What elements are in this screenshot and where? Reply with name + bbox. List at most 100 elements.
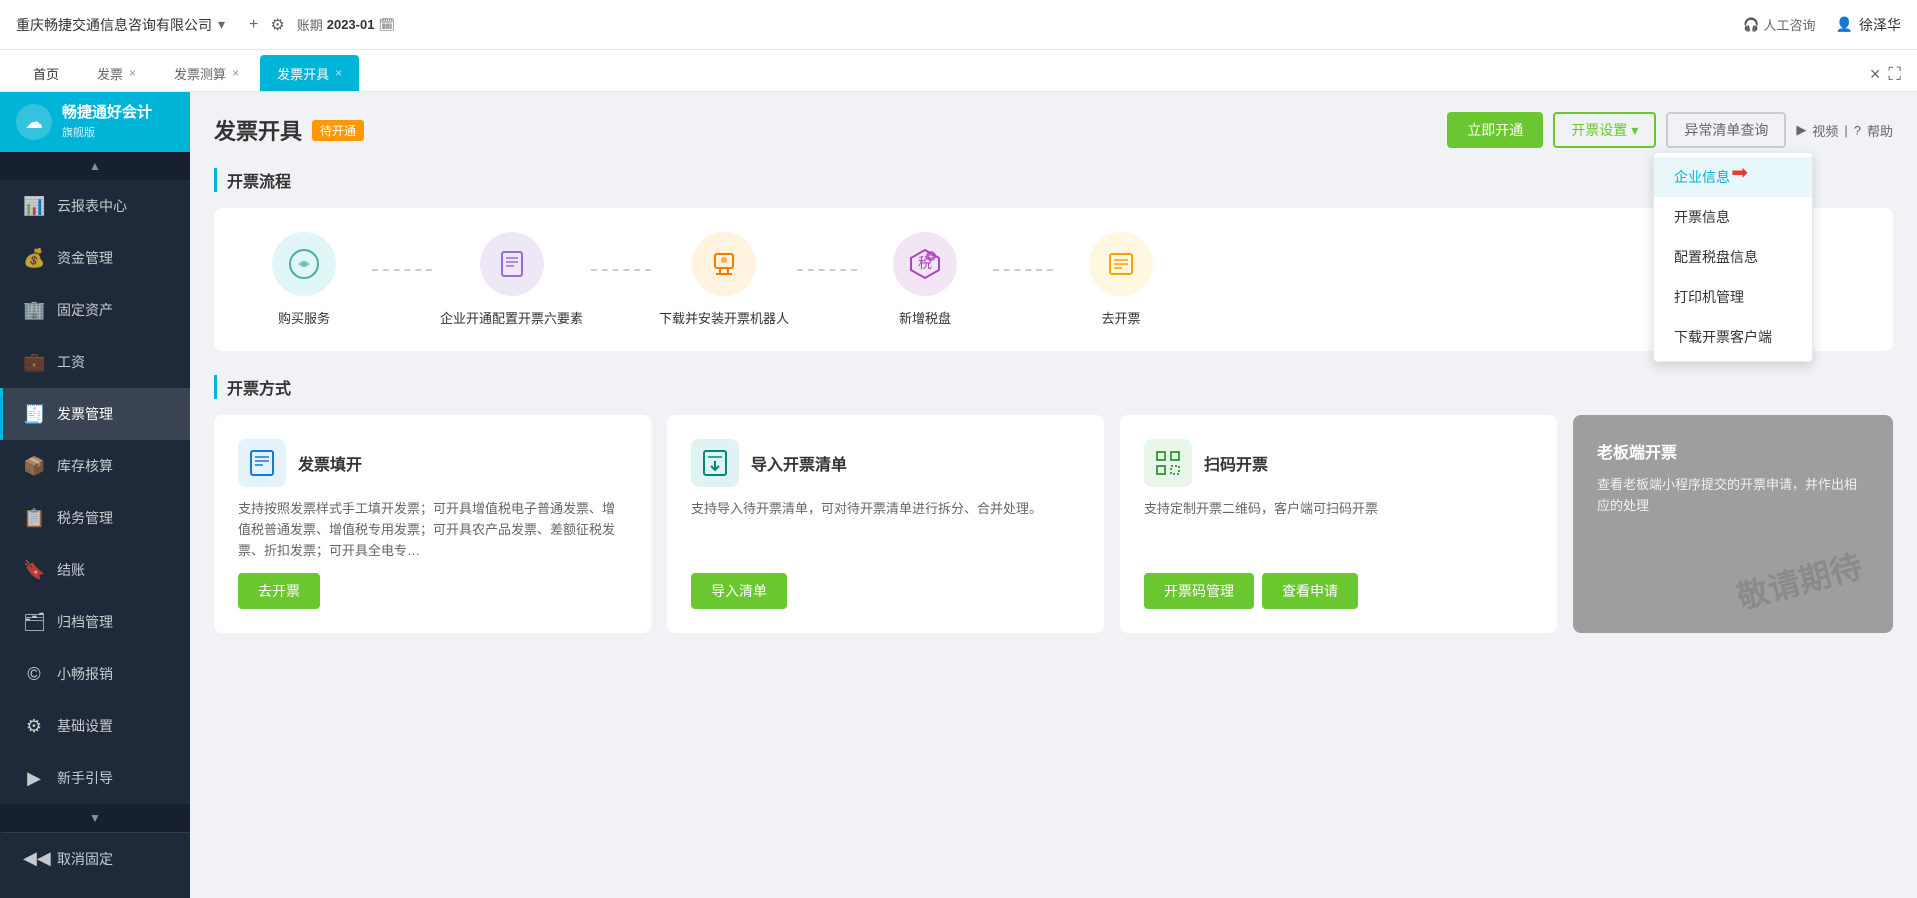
dropdown-item-download-client[interactable]: 下载开票客户端 — [1654, 317, 1812, 357]
abnormal-button[interactable]: 异常清单查询 — [1666, 112, 1786, 148]
sidebar-item-gudingzichan[interactable]: 🏢 固定资产 — [0, 284, 190, 336]
sidebar: ☁ 畅捷通好会计 旗舰版 ▲ 📊 云报表中心 💰 资金管理 🏢 固定资产 💼 工… — [0, 92, 190, 898]
process-divider-2 — [591, 269, 651, 291]
jichu-icon: ⚙ — [23, 716, 45, 737]
sidebar-item-jichu[interactable]: ⚙ 基础设置 — [0, 700, 190, 752]
process-divider-1 — [372, 269, 432, 291]
sidebar-item-yunbao[interactable]: 📊 云报表中心 — [0, 180, 190, 232]
sidebar-item-jiezhang[interactable]: 🔖 结账 — [0, 544, 190, 596]
close-window-icon[interactable]: × — [1870, 64, 1881, 85]
company-selector[interactable]: 重庆畅捷交通信息咨询有限公司 ▾ — [16, 15, 225, 35]
process-step-3: 下载并安装开票机器人 — [659, 232, 789, 327]
red-arrow-indicator: ➡ — [1731, 160, 1748, 185]
sidebar-scroll-up[interactable]: ▲ — [0, 152, 190, 180]
page-title-area: 发票开具 待开通 — [214, 114, 364, 146]
content-area: 发票开具 待开通 立即开通 开票设置 ▾ 异常清单查询 ▶ 视频 | ? 帮助 — [190, 92, 1917, 898]
sidebar-scroll-down[interactable]: ▼ — [0, 804, 190, 832]
process-divider-3 — [797, 269, 857, 291]
sidebar-item-xiaochang[interactable]: © 小畅报销 — [0, 648, 190, 700]
svg-text:+: + — [929, 252, 934, 261]
methods-grid: 发票填开 支持按照发票样式手工填开发票；可开具增值税电子普通发票、增值税普通发票… — [214, 415, 1893, 633]
method-header-manual: 发票填开 — [238, 439, 627, 487]
process-step-1: + 购买服务 — [244, 232, 364, 327]
settings-icon[interactable]: ⚙ — [270, 15, 284, 35]
user-info[interactable]: 👤 徐泽华 — [1836, 15, 1901, 35]
manual-invoice-desc: 支持按照发票样式手工填开发票；可开具增值税电子普通发票、增值税普通发票、增值税专… — [238, 499, 627, 561]
xinshou-icon: ▶ — [23, 768, 45, 789]
avatar: 👤 — [1836, 16, 1853, 33]
status-badge: 待开通 — [312, 120, 364, 141]
sidebar-item-kucun[interactable]: 📦 库存核算 — [0, 440, 190, 492]
scan-invoice-desc: 支持定制开票二维码，客户端可扫码开票 — [1144, 499, 1533, 561]
process-icon-5 — [1089, 232, 1153, 296]
process-step-5: 去开票 — [1061, 232, 1181, 327]
method-header-scan: 扫码开票 — [1144, 439, 1533, 487]
import-invoice-button[interactable]: 导入清单 — [691, 573, 787, 609]
sidebar-item-zijin[interactable]: 💰 资金管理 — [0, 232, 190, 284]
pin-icon: ◀◀ — [23, 848, 45, 869]
tab-fapiao[interactable]: 发票 × — [80, 55, 153, 91]
process-section: 开票流程 + 购买服务 企业开通配置开票六要素 — [214, 168, 1893, 351]
company-name: 重庆畅捷交通信息咨询有限公司 — [16, 15, 212, 35]
calendar-icon[interactable]: 🗓 — [378, 17, 395, 33]
method-header-import: 导入开票清单 — [691, 439, 1080, 487]
manual-invoice-icon — [238, 439, 286, 487]
page-title: 发票开具 — [214, 114, 302, 146]
methods-section-title: 开票方式 — [214, 375, 1893, 399]
settings-button[interactable]: 开票设置 ▾ — [1553, 112, 1656, 148]
consult-button[interactable]: 🎧 人工咨询 — [1743, 15, 1815, 34]
yunbao-icon: 📊 — [23, 196, 45, 217]
process-icon-3 — [692, 232, 756, 296]
tab-fapiao-cesuan[interactable]: 发票测算 × — [157, 55, 256, 91]
headset-icon: 🎧 — [1743, 17, 1759, 33]
process-flow: + 购买服务 企业开通配置开票六要素 — [214, 208, 1893, 351]
tab-close-icon[interactable]: × — [335, 66, 342, 80]
fapiao-icon: 🧾 — [23, 404, 45, 425]
sidebar-item-gongzi[interactable]: 💼 工资 — [0, 336, 190, 388]
tab-fapiao-kaiju[interactable]: 发票开具 × — [260, 55, 359, 91]
process-icon-4: 税+ — [893, 232, 957, 296]
shuiwu-icon: 📋 — [23, 508, 45, 529]
process-step-4: 税+ 新增税盘 — [865, 232, 985, 327]
jiezhang-icon: 🔖 — [23, 560, 45, 581]
question-icon: ? — [1854, 123, 1861, 138]
boss-invoice-title: 老板端开票 — [1597, 439, 1677, 463]
sidebar-item-xinshou[interactable]: ▶ 新手引导 — [0, 752, 190, 804]
gudingzichan-icon: 🏢 — [23, 300, 45, 321]
process-icon-1: + — [272, 232, 336, 296]
tab-close-icon[interactable]: × — [232, 66, 239, 80]
dropdown-item-printer[interactable]: 打印机管理 — [1654, 277, 1812, 317]
dropdown-item-taxdisk[interactable]: 配置税盘信息 — [1654, 237, 1812, 277]
tab-home[interactable]: 首页 — [16, 55, 76, 91]
manual-invoice-title: 发票填开 — [298, 451, 362, 475]
maximize-window-icon[interactable]: ⛶ — [1888, 64, 1901, 85]
manual-invoice-button[interactable]: 去开票 — [238, 573, 320, 609]
sidebar-item-guidang[interactable]: 🗂 归档管理 — [0, 596, 190, 648]
top-bar: 重庆畅捷交通信息咨询有限公司 ▾ + ⚙ 账期 2023-01 🗓 🎧 人工咨询… — [0, 0, 1917, 50]
activate-button[interactable]: 立即开通 — [1447, 112, 1543, 148]
add-tab-icon[interactable]: + — [249, 16, 258, 34]
logo-icon: ☁ — [16, 104, 52, 140]
kucun-icon: 📦 — [23, 456, 45, 477]
scan-manage-button[interactable]: 开票码管理 — [1144, 573, 1254, 609]
logo-text: 畅捷通好会计 — [62, 104, 152, 122]
xiaochang-icon: © — [23, 664, 45, 685]
logo-area: ☁ 畅捷通好会计 旗舰版 — [0, 92, 190, 152]
sidebar-item-shuiwu[interactable]: 📋 税务管理 — [0, 492, 190, 544]
top-bar-right: 🎧 人工咨询 👤 徐泽华 — [1743, 15, 1901, 35]
tab-bar: 首页 发票 × 发票测算 × 发票开具 × × ⛶ — [0, 50, 1917, 92]
guidang-icon: 🗂 — [23, 612, 45, 633]
process-divider-4 — [993, 269, 1053, 291]
main-layout: ☁ 畅捷通好会计 旗舰版 ▲ 📊 云报表中心 💰 资金管理 🏢 固定资产 💼 工… — [0, 92, 1917, 898]
sidebar-item-fapiao[interactable]: 🧾 发票管理 — [0, 388, 190, 440]
dropdown-item-invoice-info[interactable]: 开票信息 — [1654, 197, 1812, 237]
play-icon: ▶ — [1796, 122, 1806, 138]
process-icon-2 — [480, 232, 544, 296]
scan-invoice-icon — [1144, 439, 1192, 487]
method-card-scan: 扫码开票 支持定制开票二维码，客户端可扫码开票 开票码管理 查看申请 — [1120, 415, 1557, 633]
sidebar-item-quxiao[interactable]: ◀◀ 取消固定 — [0, 832, 190, 884]
top-bar-actions: + ⚙ 账期 2023-01 🗓 — [249, 15, 395, 35]
tab-close-icon[interactable]: × — [129, 66, 136, 80]
period-label: 账期 2023-01 🗓 — [297, 15, 395, 34]
scan-apply-button[interactable]: 查看申请 — [1262, 573, 1358, 609]
